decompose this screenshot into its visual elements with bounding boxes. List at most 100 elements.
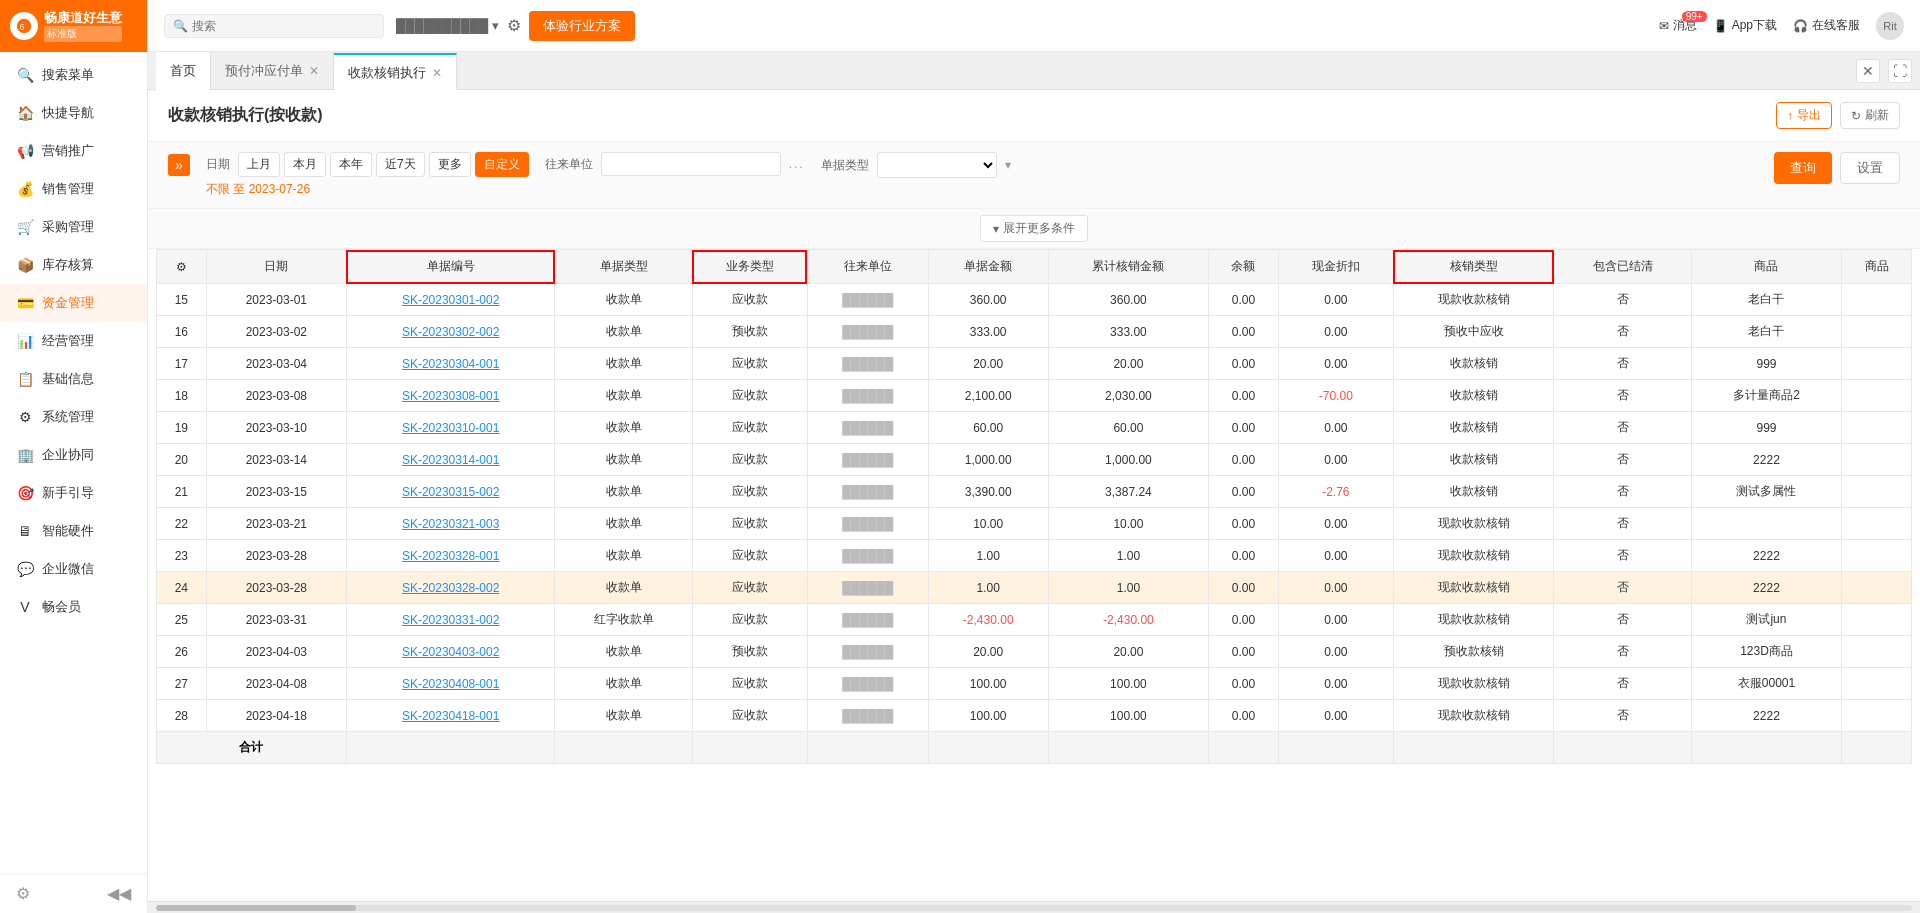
- cell-balance: 0.00: [1209, 444, 1279, 476]
- refresh-button[interactable]: ↻ 刷新: [1840, 102, 1900, 129]
- cell-doc-num[interactable]: SK-20230310-001: [346, 412, 554, 444]
- tab-writeoff[interactable]: 收款核销执行 ✕: [334, 53, 457, 91]
- cell-doc-num[interactable]: SK-20230314-001: [346, 444, 554, 476]
- filter-settings-button[interactable]: 设置: [1840, 152, 1900, 184]
- cell-doc-num[interactable]: SK-20230321-003: [346, 508, 554, 540]
- sidebar-item-label: 经营管理: [42, 332, 94, 350]
- tab-payable-close-icon[interactable]: ✕: [309, 64, 319, 78]
- cell-biz-type: 应收款: [692, 508, 807, 540]
- sidebar-item-marketing[interactable]: 📢 营销推广: [0, 132, 147, 170]
- col-header-settings[interactable]: ⚙: [157, 250, 207, 284]
- filter-toggle-button[interactable]: »: [168, 154, 190, 176]
- cell-goods2: [1842, 700, 1912, 732]
- tab-close-all-button[interactable]: ✕: [1856, 59, 1880, 83]
- cell-doc-num[interactable]: SK-20230328-002: [346, 572, 554, 604]
- scrollbar-track[interactable]: [156, 905, 1912, 911]
- cell-doc-num[interactable]: SK-20230418-001: [346, 700, 554, 732]
- sidebar-item-label: 畅会员: [42, 598, 81, 616]
- headset-icon: 🎧: [1793, 19, 1808, 33]
- cell-no: 21: [157, 476, 207, 508]
- sidebar-item-purchase[interactable]: 🛒 采购管理: [0, 208, 147, 246]
- cell-partner: ██████: [807, 572, 928, 604]
- sidebar-item-wechat[interactable]: 💬 企业微信: [0, 550, 147, 588]
- member-icon: V: [16, 598, 34, 616]
- app-download-button[interactable]: 📱 App下载: [1713, 17, 1777, 34]
- cell-doc-num[interactable]: SK-20230308-001: [346, 380, 554, 412]
- cell-date: 2023-03-04: [206, 348, 346, 380]
- cell-doc-num[interactable]: SK-20230301-002: [346, 284, 554, 316]
- partner-input[interactable]: [601, 152, 781, 176]
- workspace-dropdown[interactable]: ██████████ ▾: [396, 18, 499, 33]
- tab-payable[interactable]: 预付冲应付单 ✕: [211, 52, 334, 90]
- cell-writeoff-amount: 20.00: [1048, 348, 1208, 380]
- cell-doc-num[interactable]: SK-20230302-002: [346, 316, 554, 348]
- date-last-month-button[interactable]: 上月: [238, 152, 280, 177]
- sidebar-item-basic[interactable]: 📋 基础信息: [0, 360, 147, 398]
- export-button[interactable]: ↑ 导出: [1776, 102, 1832, 129]
- sidebar-item-shortcuts[interactable]: 🏠 快捷导航: [0, 94, 147, 132]
- sidebar-item-member[interactable]: V 畅会员: [0, 588, 147, 626]
- sidebar-item-label: 资金管理: [42, 294, 94, 312]
- voucher-type-select[interactable]: [877, 152, 997, 178]
- table-settings-icon[interactable]: ⚙: [176, 260, 187, 274]
- avatar[interactable]: Rit: [1876, 12, 1904, 40]
- sidebar-item-operations[interactable]: 📊 经营管理: [0, 322, 147, 360]
- filter-expand-button[interactable]: ▾ 展开更多条件: [980, 215, 1088, 242]
- query-button[interactable]: 查询: [1774, 152, 1832, 184]
- online-service-button[interactable]: 🎧 在线客服: [1793, 17, 1860, 34]
- cell-doc-type: 收款单: [555, 284, 693, 316]
- date-custom-button[interactable]: 自定义: [475, 152, 529, 177]
- gear-icon[interactable]: ⚙: [507, 16, 521, 35]
- sidebar-item-hardware[interactable]: 🖥 智能硬件: [0, 512, 147, 550]
- table-row: 22 2023-03-21 SK-20230321-003 收款单 应收款 ██…: [157, 508, 1912, 540]
- guide-icon: 🎯: [16, 484, 34, 502]
- tab-home[interactable]: 首页: [156, 52, 211, 90]
- sidebar-item-sales[interactable]: 💰 销售管理: [0, 170, 147, 208]
- sidebar-item-corp[interactable]: 🏢 企业协同: [0, 436, 147, 474]
- cell-writeoff-type: 现款收款核销: [1393, 508, 1553, 540]
- cell-doc-num[interactable]: SK-20230408-001: [346, 668, 554, 700]
- tab-writeoff-close-icon[interactable]: ✕: [432, 66, 442, 80]
- cell-doc-num[interactable]: SK-20230315-002: [346, 476, 554, 508]
- cell-doc-num[interactable]: SK-20230304-001: [346, 348, 554, 380]
- sidebar-item-guide[interactable]: 🎯 新手引导: [0, 474, 147, 512]
- sidebar-logo: 6 畅康道好生意 标准版: [0, 0, 147, 52]
- cell-doc-num[interactable]: SK-20230328-001: [346, 540, 554, 572]
- table-scrollbar[interactable]: [148, 901, 1920, 913]
- industry-solution-button[interactable]: 体验行业方案: [529, 11, 635, 41]
- filter-date-group: 日期 上月 本月 本年 近7天 更多 自定义 不限 至 2023-07-26: [206, 152, 529, 198]
- cell-amount: 1,000.00: [928, 444, 1048, 476]
- footer-doc-type: [555, 732, 693, 764]
- footer-goods: [1691, 732, 1841, 764]
- export-icon: ↑: [1787, 109, 1793, 123]
- date-7days-button[interactable]: 近7天: [376, 152, 425, 177]
- collapse-icon[interactable]: ◀◀: [107, 884, 131, 903]
- settings-bottom-icon[interactable]: ⚙: [16, 884, 30, 903]
- sidebar-item-label: 快捷导航: [42, 104, 94, 122]
- scrollbar-thumb[interactable]: [156, 905, 356, 911]
- date-this-year-button[interactable]: 本年: [330, 152, 372, 177]
- date-more-button[interactable]: 更多: [429, 152, 471, 177]
- partner-label: 往来单位: [545, 156, 593, 173]
- sidebar-item-inventory[interactable]: 📦 库存核算: [0, 246, 147, 284]
- table-container[interactable]: ⚙ 日期 单据编号 单据类型 业务类型 往来单位 单据金额 累计核销金额 余额 …: [148, 249, 1920, 901]
- search-box[interactable]: 🔍: [164, 14, 384, 38]
- cell-partner: ██████: [807, 316, 928, 348]
- cell-no: 25: [157, 604, 207, 636]
- search-input[interactable]: [192, 19, 332, 33]
- message-button[interactable]: ✉ 消息 99+: [1659, 17, 1697, 34]
- filter-partner-group: 往来单位 ...: [545, 152, 805, 176]
- cell-amount: 10.00: [928, 508, 1048, 540]
- cell-doc-num[interactable]: SK-20230403-002: [346, 636, 554, 668]
- sidebar-item-finance[interactable]: 💳 资金管理: [0, 284, 147, 322]
- tab-fullscreen-button[interactable]: ⛶: [1888, 59, 1912, 83]
- cell-doc-num[interactable]: SK-20230331-002: [346, 604, 554, 636]
- sidebar-item-system[interactable]: ⚙ 系统管理: [0, 398, 147, 436]
- cell-cash-discount: 0.00: [1278, 508, 1393, 540]
- cell-include-settled: 否: [1554, 412, 1692, 444]
- cell-biz-type: 应收款: [692, 348, 807, 380]
- date-this-month-button[interactable]: 本月: [284, 152, 326, 177]
- cell-include-settled: 否: [1554, 572, 1692, 604]
- sidebar-item-search[interactable]: 🔍 搜索菜单: [0, 56, 147, 94]
- cell-date: 2023-03-02: [206, 316, 346, 348]
